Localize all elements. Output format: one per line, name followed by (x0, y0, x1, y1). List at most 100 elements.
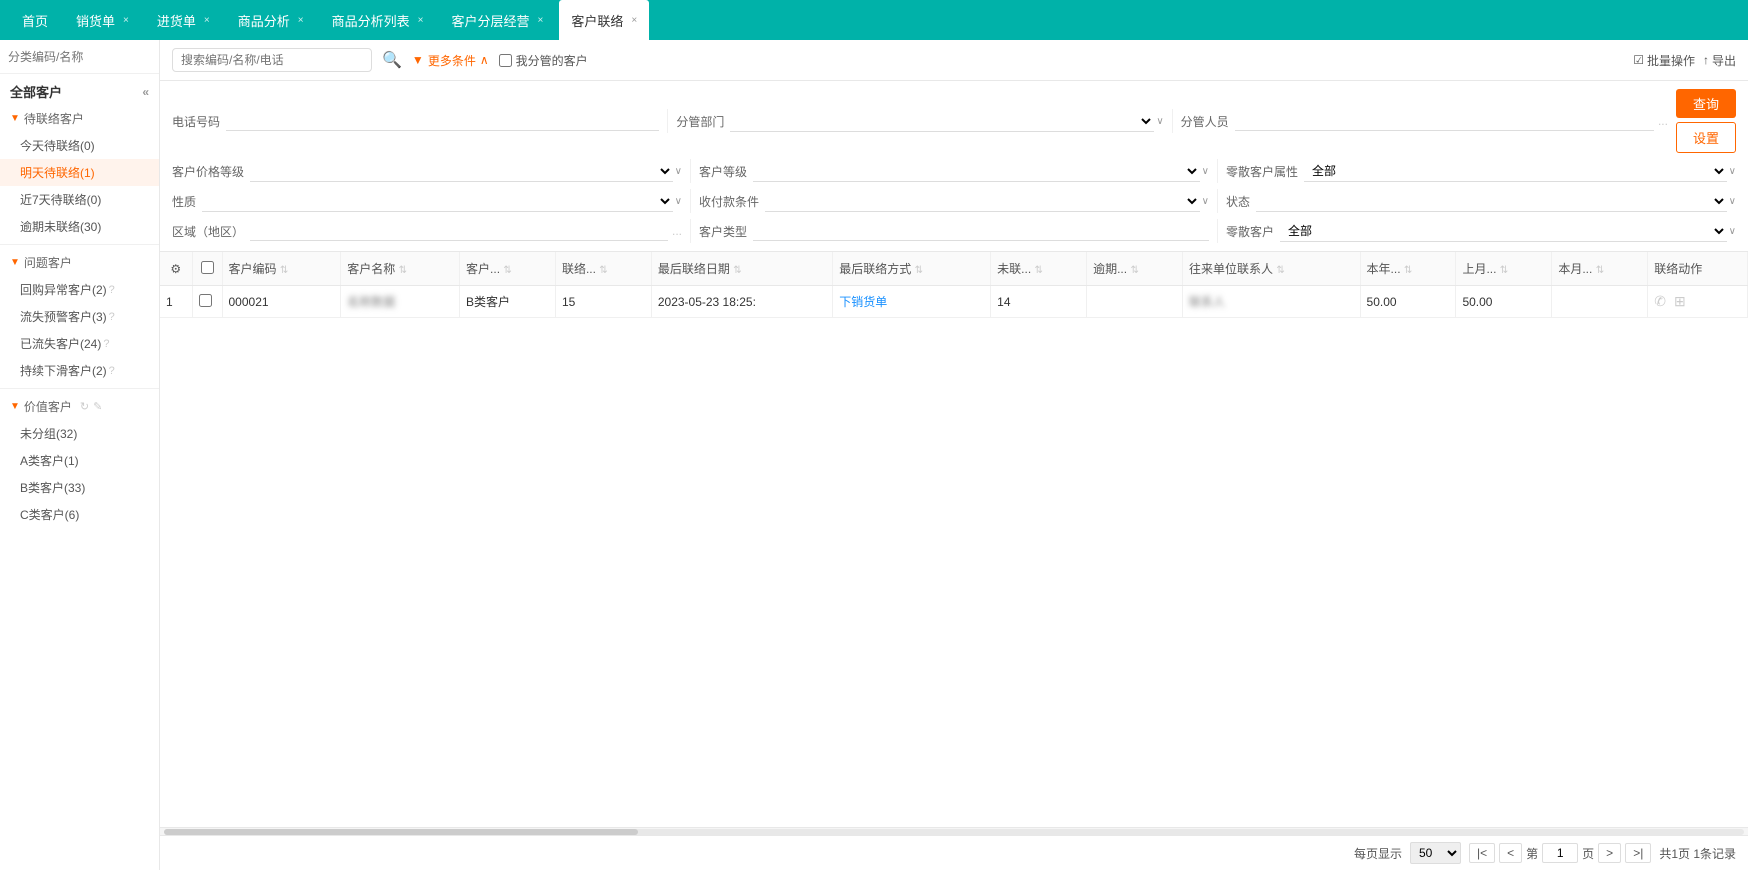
sort-icon[interactable]: ⇅ (1500, 265, 1508, 276)
sidebar-item-declining[interactable]: 持续下滑客户(2) ? (0, 357, 159, 384)
sort-icon[interactable]: ⇅ (733, 265, 741, 276)
filter-region-input[interactable] (250, 222, 668, 241)
nav-item-customer-contact[interactable]: 客户联络 × (559, 0, 649, 40)
nav-item-analysis[interactable]: 商品分析 × (226, 0, 316, 40)
td-index: 1 (160, 286, 192, 318)
my-customers-check[interactable] (499, 54, 512, 67)
refresh-icon[interactable]: ↻ (80, 400, 89, 413)
sidebar-item-tomorrow[interactable]: 明天待联络(1) (0, 159, 159, 186)
filter-retail-select[interactable]: 全部 (1280, 221, 1727, 242)
sidebar-item-ungrouped[interactable]: 未分组(32) (0, 420, 159, 447)
sidebar-item-overdue[interactable]: 逾期未联络(30) (0, 213, 159, 240)
customer-table: ⚙ 客户编码 ⇅ 客户名称 ⇅ (160, 252, 1748, 318)
nav-home[interactable]: 首页 (10, 5, 60, 36)
filter-status-select[interactable] (1256, 191, 1727, 212)
horizontal-scrollbar[interactable] (160, 827, 1748, 835)
sidebar-item-class-a[interactable]: A类客户(1) (0, 447, 159, 474)
more-icon[interactable]: ... (672, 224, 682, 238)
gear-icon[interactable]: ⚙ (170, 262, 181, 276)
sort-icon[interactable]: ⇅ (599, 265, 607, 276)
td-this-year: 50.00 (1360, 286, 1456, 318)
more-conditions-button[interactable]: ▼ 更多条件 ∧ (412, 52, 489, 69)
filter-phone-input[interactable] (226, 112, 659, 131)
filter-person-input[interactable] (1235, 112, 1654, 131)
page-size-select[interactable]: 50 100 200 (1410, 842, 1461, 864)
more-icon[interactable]: ... (1658, 114, 1668, 128)
close-icon[interactable]: × (298, 15, 304, 26)
close-icon[interactable]: × (204, 15, 210, 26)
page-number-input[interactable] (1542, 843, 1578, 863)
sort-icon[interactable]: ⇅ (399, 265, 407, 276)
grid-icon[interactable]: ⊞ (1674, 293, 1686, 310)
chevron-down-icon: ∨ (1729, 196, 1736, 207)
sidebar-group-problem[interactable]: ▼ 问题客户 (0, 249, 159, 276)
sidebar-group-value[interactable]: ▼ 价值客户 ↻ ✎ (0, 393, 159, 420)
row-checkbox[interactable] (199, 294, 212, 307)
close-icon[interactable]: × (537, 15, 543, 26)
nav-item-sales[interactable]: 销货单 × (64, 0, 141, 40)
td-code: 000021 (222, 286, 341, 318)
sidebar-item-today[interactable]: 今天待联络(0) (0, 132, 159, 159)
sidebar-group-pending[interactable]: ▼ 待联络客户 (0, 105, 159, 132)
sidebar-search-input[interactable] (8, 50, 160, 64)
export-button[interactable]: ↑ 导出 (1703, 52, 1736, 69)
th-overdue: 逾期... ⇅ (1087, 252, 1183, 286)
scrollbar-thumb[interactable] (164, 829, 638, 835)
phone-icon[interactable]: ✆ (1654, 293, 1666, 310)
filter-customer-type-input[interactable] (753, 222, 1209, 241)
sidebar-item-class-c[interactable]: C类客户(6) (0, 501, 159, 528)
select-all-checkbox[interactable] (201, 261, 214, 274)
my-customers-checkbox[interactable]: 我分管的客户 (499, 52, 588, 69)
nav-item-purchase[interactable]: 进货单 × (145, 0, 222, 40)
chevron-down-icon: ∨ (1202, 166, 1209, 177)
prev-page-button[interactable]: < (1499, 843, 1522, 863)
filter-row-4: 区域（地区） ... 客户类型 零散客户 全部 ∨ (172, 219, 1736, 243)
help-icon[interactable]: ? (109, 311, 115, 323)
sort-icon[interactable]: ⇅ (503, 265, 511, 276)
sidebar-item-lost[interactable]: 已流失客户(24) ? (0, 330, 159, 357)
nav-item-analysis-list[interactable]: 商品分析列表 × (320, 0, 436, 40)
last-contact-link[interactable]: 下销货单 (839, 295, 887, 309)
sidebar-divider (0, 388, 159, 389)
batch-op-button[interactable]: ☑ 批量操作 (1633, 52, 1695, 69)
sort-icon[interactable]: ⇅ (280, 265, 288, 276)
filter-search-button[interactable]: 🔍 (382, 50, 402, 70)
help-icon[interactable]: ? (109, 284, 115, 296)
sort-icon[interactable]: ⇅ (1596, 265, 1604, 276)
th-this-month: 本月... ⇅ (1552, 252, 1648, 286)
help-icon[interactable]: ? (103, 338, 109, 350)
last-page-button[interactable]: >| (1625, 843, 1651, 863)
query-button[interactable]: 查询 (1676, 89, 1736, 118)
sort-icon[interactable]: ⇅ (1130, 265, 1138, 276)
edit-icon[interactable]: ✎ (93, 400, 102, 413)
filter-price-select[interactable] (250, 161, 673, 182)
sort-icon[interactable]: ⇅ (915, 265, 923, 276)
sidebar-item-7days[interactable]: 近7天待联络(0) (0, 186, 159, 213)
filter-dept-select[interactable] (730, 111, 1154, 132)
sort-icon[interactable]: ⇅ (1276, 265, 1284, 276)
filter-customer-level-select[interactable] (753, 161, 1200, 182)
search-input[interactable] (172, 48, 372, 72)
filter-retail-attr-select[interactable]: 全部 (1304, 161, 1727, 182)
td-unit-contact: 联系人 (1182, 286, 1360, 318)
sidebar-item-abnormal[interactable]: 回购异常客户(2) ? (0, 276, 159, 303)
all-customers-title[interactable]: 全部客户 « (0, 74, 159, 105)
sidebar-item-loss-warning[interactable]: 流失预警客户(3) ? (0, 303, 159, 330)
filter-nature-select[interactable] (202, 191, 673, 212)
first-page-button[interactable]: |< (1469, 843, 1495, 863)
customer-name-text: 名称数据 (347, 295, 395, 309)
close-icon[interactable]: × (631, 15, 637, 26)
setting-button[interactable]: 设置 (1676, 122, 1736, 153)
sort-icon[interactable]: ⇅ (1035, 265, 1043, 276)
sidebar-item-class-b[interactable]: B类客户(33) (0, 474, 159, 501)
close-icon[interactable]: × (418, 15, 424, 26)
filter-payment-select[interactable] (765, 191, 1200, 212)
sort-icon[interactable]: ⇅ (1404, 265, 1412, 276)
page-label: 第 (1526, 845, 1538, 862)
close-icon[interactable]: × (123, 15, 129, 26)
collapse-icon[interactable]: « (142, 85, 149, 99)
next-page-button[interactable]: > (1598, 843, 1621, 863)
main-layout: 🔍 全部客户 « ▼ 待联络客户 今天待联络(0) 明天待联络(1) 近7天待联… (0, 40, 1748, 870)
help-icon[interactable]: ? (109, 365, 115, 377)
nav-item-customer-tier[interactable]: 客户分层经营 × (439, 0, 555, 40)
